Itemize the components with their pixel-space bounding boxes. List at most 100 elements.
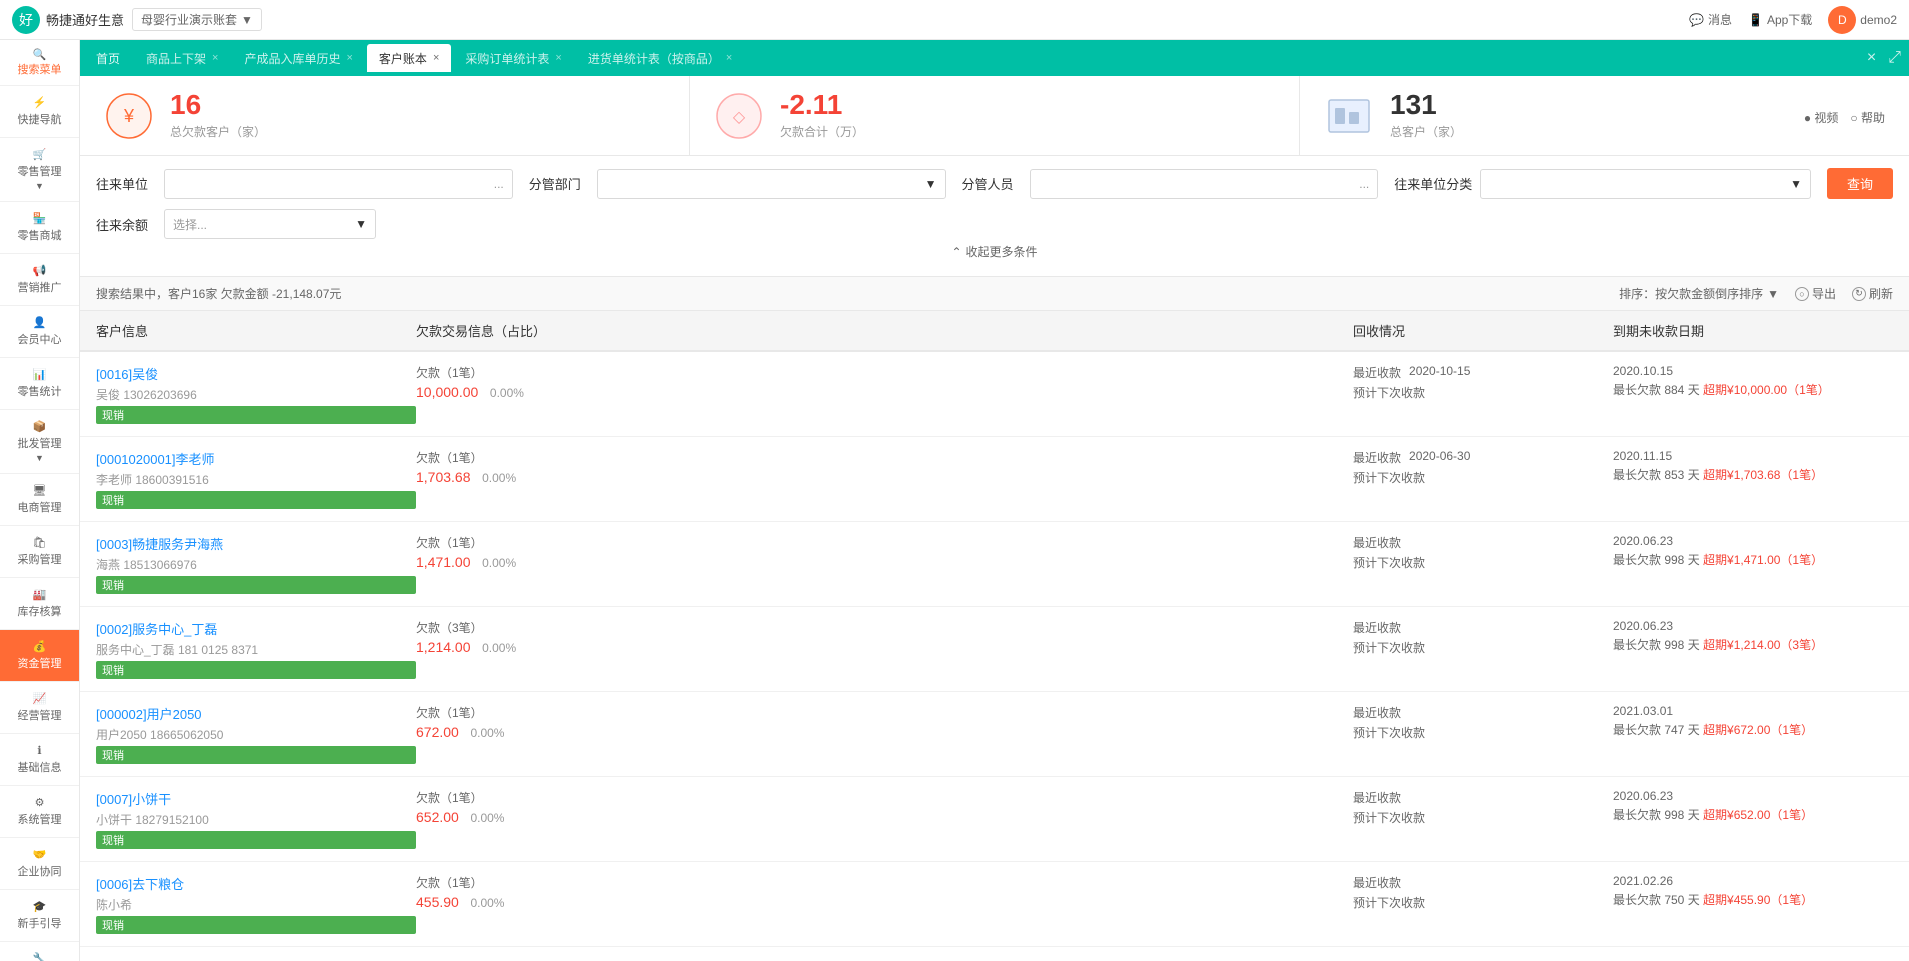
sidebar-item-ecommerce[interactable]: 🖥 电商管理 [0,474,79,526]
sort-selector[interactable]: 排序：按欠款金额倒序排序 ▼ [1619,285,1779,302]
debt-amount: 1,703.68 [416,469,471,485]
overdue-amount-link[interactable]: 超期¥1,703.68（1笔） [1703,468,1823,482]
table-row: [0007]小饼干 小饼干 18279152100 现销 欠款（1笔） 652.… [80,777,1909,862]
header-debt-info: 欠款交易信息（占比） [416,321,1353,340]
overdue-date: 2020.06.23 [1613,789,1893,803]
overdue-amount-link[interactable]: 超期¥10,000.00（1笔） [1703,383,1830,397]
debt-percent: 0.00% [490,386,524,400]
customer-name[interactable]: [0006]去下粮仓 [96,874,416,893]
export-button[interactable]: ○ 导出 [1795,285,1836,302]
overdue-days: 最长欠款 998 天 超期¥1,214.00（3笔） [1613,636,1893,653]
header-customer-info: 客户信息 [96,321,416,340]
tab-product-history-close[interactable]: × [346,52,352,64]
tab-product-offline[interactable]: 商品上下架 × [134,44,230,72]
sidebar-finance-label: 资金管理 [18,655,62,671]
sidebar-marketing-label: 营销推广 [18,279,62,295]
balance-select[interactable]: 选择... ▼ [164,209,376,239]
message-label: 消息 [1708,11,1732,28]
sidebar-item-marketing[interactable]: 📢 营销推广 [0,254,79,306]
overdue-date: 2020.06.23 [1613,534,1893,548]
balance-arrow: ▼ [355,217,367,231]
filter-unit-class: 往来单位分类 ▼ [1394,169,1811,199]
sidebar-item-retail-stats[interactable]: 📊 零售统计 [0,358,79,410]
sidebar-retail-mall-label: 零售商城 [18,227,62,243]
overdue-amount-link[interactable]: 超期¥1,471.00（1笔） [1703,553,1823,567]
tab-customer-account[interactable]: 客户账本 × [367,44,451,72]
sidebar-item-member[interactable]: 👤 会员中心 [0,306,79,358]
video-action[interactable]: ● 视频 [1804,109,1839,126]
enterprise-icon: 🤝 [33,848,47,861]
tab-purchase-stats-close[interactable]: × [726,52,732,64]
customer-tag: 现销 [96,746,416,764]
query-button[interactable]: 查询 [1827,168,1893,199]
debt-amount-row: 455.90 0.00% [416,894,1353,910]
sidebar-item-inventory[interactable]: 🏭 库存核算 [0,578,79,630]
recovery-label: 最近收款 [1353,789,1401,806]
tab-purchase-order-label: 采购订单统计表 [465,50,549,67]
customer-name[interactable]: [0003]畅捷服务尹海燕 [96,534,416,553]
debt-label: 欠款（1笔） [416,704,1353,721]
sidebar-item-batch-mgmt[interactable]: 📦 批发管理 ▼ [0,410,79,474]
customer-name[interactable]: [0016]吴俊 [96,364,416,383]
sidebar-item-operations[interactable]: 📈 经营管理 [0,682,79,734]
overdue-date: 2020.10.15 [1613,364,1893,378]
tab-home-label: 首页 [96,50,120,67]
recovery-row-next: 预计下次收款 [1353,384,1613,401]
sidebar-item-newbie[interactable]: 🎓 新手引导 [0,890,79,942]
retail-stats-icon: 📊 [33,368,47,381]
app-download-action[interactable]: 📱 App下载 [1748,11,1812,28]
expand-btn[interactable]: ⤢ [1884,47,1905,69]
industry-selector[interactable]: 母婴行业演示账套 ▼ [132,8,262,31]
tab-purchase-stats[interactable]: 进货单统计表（按商品） × [576,44,744,72]
debt-label: 欠款（1笔） [416,364,1353,381]
user-area[interactable]: D demo2 [1828,6,1897,34]
tab-customer-account-close[interactable]: × [433,52,439,64]
overdue-days: 最长欠款 750 天 超期¥455.90（1笔） [1613,891,1893,908]
tab-purchase-order[interactable]: 采购订单统计表 × [453,44,573,72]
collapse-filter[interactable]: ⌃ 收起更多条件 [96,239,1893,264]
industry-label: 母婴行业演示账套 [141,11,237,28]
person-input[interactable]: ... [1030,169,1379,199]
overdue-amount-link[interactable]: 超期¥652.00（1笔） [1703,808,1813,822]
stat-overdue-customers-info: 16 总欠款客户（家） [170,91,266,140]
sidebar-enterprise-label: 企业协同 [18,863,62,879]
refresh-button[interactable]: ↻ 刷新 [1852,285,1893,302]
sidebar-item-finance[interactable]: 💰 资金管理 [0,630,79,682]
sidebar-item-quick-nav[interactable]: ⚡ 快捷导航 [0,86,79,138]
sidebar-item-search[interactable]: 🔍 搜索菜单 [0,40,79,86]
debt-info-cell: 欠款（1笔） 672.00 0.00% [416,704,1353,740]
sidebar-item-purchase[interactable]: 🛍 采购管理 [0,526,79,578]
sidebar-item-app-center[interactable]: 🔧 应用中心 [0,942,79,961]
sidebar-item-retail-mgmt[interactable]: 🛒 零售管理 ▼ [0,138,79,202]
debt-amount: 1,214.00 [416,639,471,655]
overdue-amount-link[interactable]: 超期¥672.00（1笔） [1703,723,1813,737]
sidebar-item-system[interactable]: ⚙ 系统管理 [0,786,79,838]
help-action[interactable]: ○ 帮助 [1850,109,1885,126]
table-header: 客户信息 欠款交易信息（占比） 回收情况 到期未收款日期 [80,311,1909,352]
sort-label: 排序：按欠款金额倒序排序 [1619,285,1763,302]
customer-unit-input[interactable]: ... [164,169,513,199]
tab-product-history[interactable]: 产成品入库单历史 × [232,44,364,72]
tab-home[interactable]: 首页 [84,44,132,72]
unit-class-select[interactable]: ▼ [1480,169,1811,199]
recovery-row-date: 最近收款 [1353,534,1613,551]
tab-product-offline-close[interactable]: × [212,52,218,64]
customer-name[interactable]: [0001020001]李老师 [96,449,416,468]
sidebar-item-enterprise[interactable]: 🤝 企业协同 [0,838,79,890]
stat-overdue-amount: ◇ -2.11 欠款合计（万） [690,76,1300,155]
overdue-amount-link[interactable]: 超期¥1,214.00（3笔） [1703,638,1823,652]
close-all-tabs-btn[interactable]: × [1863,47,1880,69]
customer-name[interactable]: [0007]小饼干 [96,789,416,808]
message-action[interactable]: 💬 消息 [1689,11,1732,28]
recovery-label: 最近收款 [1353,619,1401,636]
customer-name[interactable]: [0002]服务中心_丁磊 [96,619,416,638]
tab-product-history-label: 产成品入库单历史 [244,50,340,67]
sidebar: 🔍 搜索菜单 ⚡ 快捷导航 🛒 零售管理 ▼ 🏪 零售商城 📢 营销推广 👤 会… [0,40,80,961]
sidebar-item-basic[interactable]: ℹ 基础信息 [0,734,79,786]
dept-select[interactable]: ▼ [597,169,946,199]
recovery-next: 预计下次收款 [1353,809,1425,826]
sidebar-item-retail-mall[interactable]: 🏪 零售商城 [0,202,79,254]
tab-purchase-order-close[interactable]: × [555,52,561,64]
overdue-amount-link[interactable]: 超期¥455.90（1笔） [1703,893,1813,907]
customer-name[interactable]: [000002]用户2050 [96,704,416,723]
